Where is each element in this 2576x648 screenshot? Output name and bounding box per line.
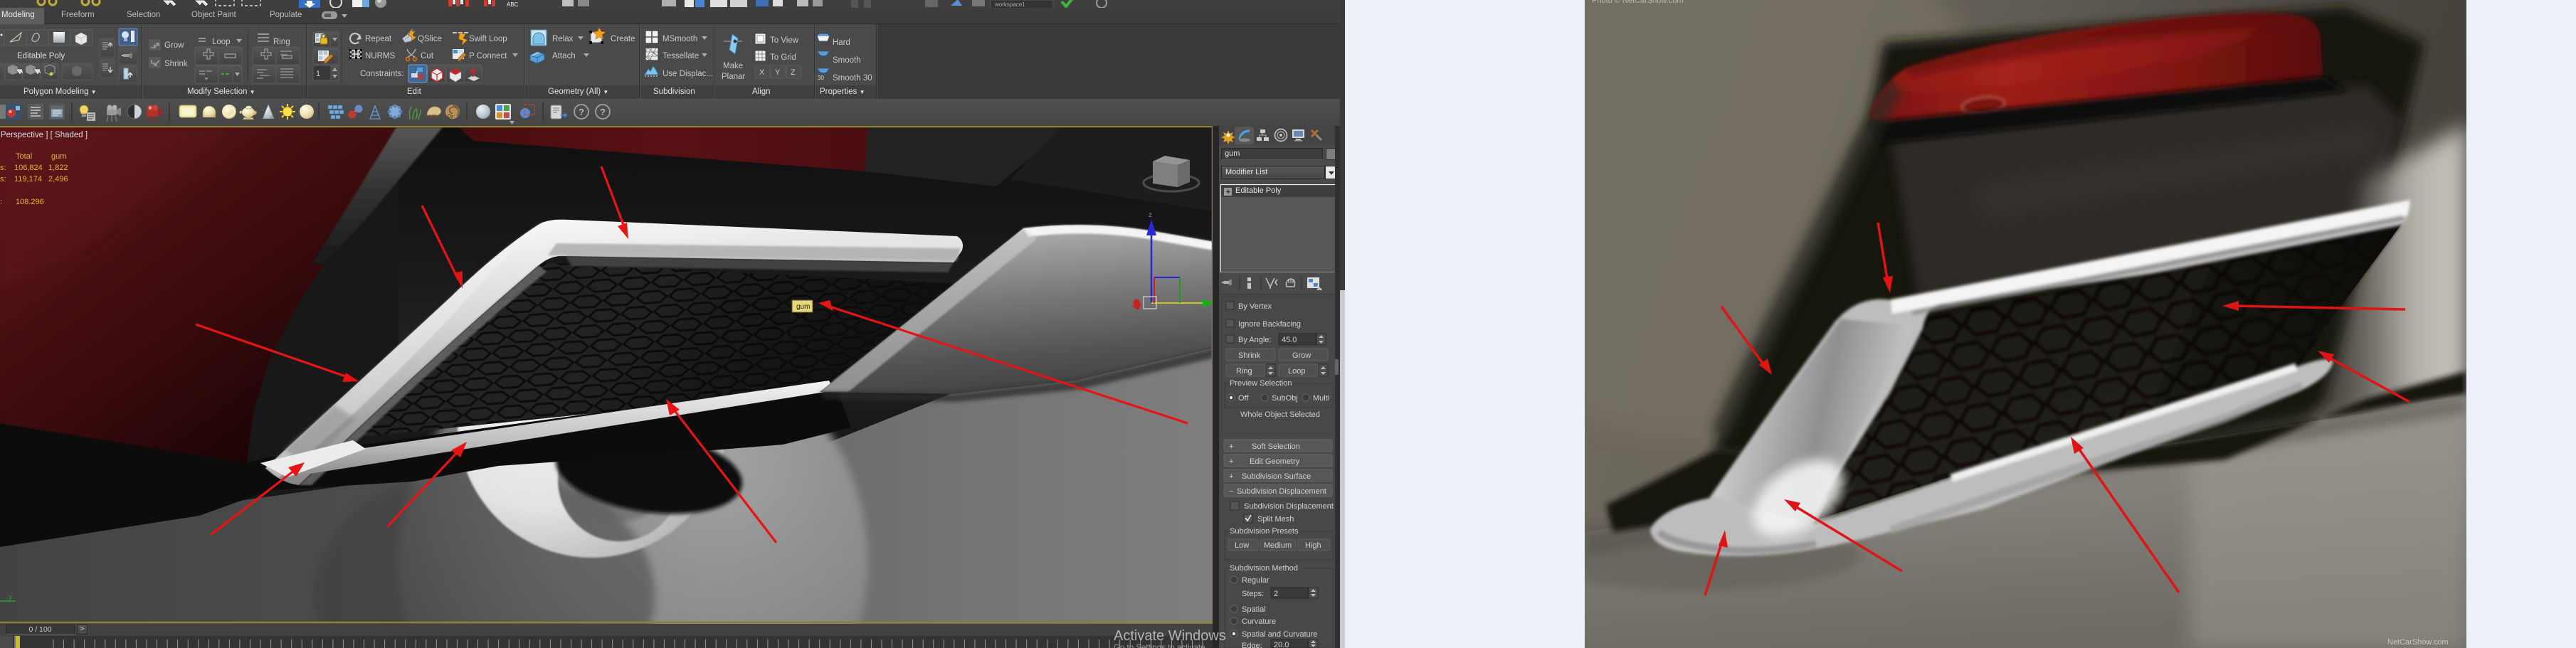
- svg-text:Loop: Loop: [212, 38, 231, 46]
- svg-text:Make: Make: [723, 62, 743, 70]
- svg-text:?: ?: [579, 107, 584, 117]
- svg-text:X: X: [759, 68, 765, 77]
- svg-text:To Grid: To Grid: [770, 53, 796, 62]
- svg-text:z: z: [1149, 211, 1152, 219]
- svg-text:s:: s:: [0, 175, 6, 184]
- svg-text:Grow: Grow: [164, 41, 184, 50]
- svg-text:30: 30: [818, 75, 824, 81]
- svg-text:ABC: ABC: [507, 1, 519, 8]
- svg-text:To View: To View: [770, 36, 799, 45]
- svg-text:NetCarShow.com: NetCarShow.com: [2387, 638, 2449, 647]
- svg-text::: :: [0, 198, 2, 206]
- svg-text:119,174: 119,174: [14, 175, 42, 184]
- svg-text:NURMS: NURMS: [365, 52, 395, 60]
- svg-text:Tessellate: Tessellate: [663, 52, 699, 60]
- svg-text:Ring: Ring: [273, 38, 290, 46]
- svg-text:Use Displac...: Use Displac...: [663, 70, 713, 78]
- svg-text:2,496: 2,496: [48, 175, 68, 184]
- svg-text:Planar: Planar: [722, 73, 745, 81]
- svg-text:Hard: Hard: [833, 38, 850, 47]
- svg-text:?: ?: [600, 107, 606, 117]
- svg-text:Cut: Cut: [421, 52, 434, 60]
- svg-text:s:: s:: [0, 164, 6, 172]
- svg-text:Constraints:: Constraints:: [360, 70, 403, 78]
- svg-text:Perspective ] [ Shaded ]: Perspective ] [ Shaded ]: [1, 131, 88, 139]
- svg-text:Create: Create: [611, 35, 635, 43]
- svg-text:MSmooth: MSmooth: [663, 35, 697, 43]
- svg-text:HF: HF: [429, 114, 437, 120]
- svg-text:Smooth: Smooth: [833, 56, 861, 65]
- svg-text:gum: gum: [796, 303, 810, 311]
- svg-text:Swift Loop: Swift Loop: [469, 35, 507, 43]
- svg-text:Shrink: Shrink: [164, 60, 188, 68]
- svg-text:y: y: [9, 593, 12, 601]
- svg-text:106,824: 106,824: [14, 164, 43, 172]
- svg-text:Attach: Attach: [552, 52, 576, 60]
- svg-text:1,822: 1,822: [48, 164, 68, 172]
- svg-text:P Connect: P Connect: [469, 52, 507, 60]
- svg-text:Y: Y: [775, 68, 781, 77]
- svg-text:108.296: 108.296: [16, 198, 44, 206]
- svg-text:Total: Total: [16, 152, 32, 161]
- svg-text:gum: gum: [51, 152, 66, 161]
- svg-text:Photo © NetCarShow.com: Photo © NetCarShow.com: [1592, 0, 1684, 5]
- svg-text:Relax: Relax: [552, 35, 574, 43]
- svg-text:Z: Z: [791, 68, 796, 77]
- svg-text:0x: 0x: [448, 113, 453, 119]
- svg-text:1: 1: [316, 70, 320, 78]
- svg-text:Repeat: Repeat: [365, 35, 392, 43]
- svg-text:Smooth 30: Smooth 30: [833, 74, 872, 83]
- svg-text:workspace1: workspace1: [994, 1, 1025, 8]
- svg-text:QSlice: QSlice: [418, 35, 442, 43]
- svg-text:Editable Poly: Editable Poly: [17, 52, 65, 60]
